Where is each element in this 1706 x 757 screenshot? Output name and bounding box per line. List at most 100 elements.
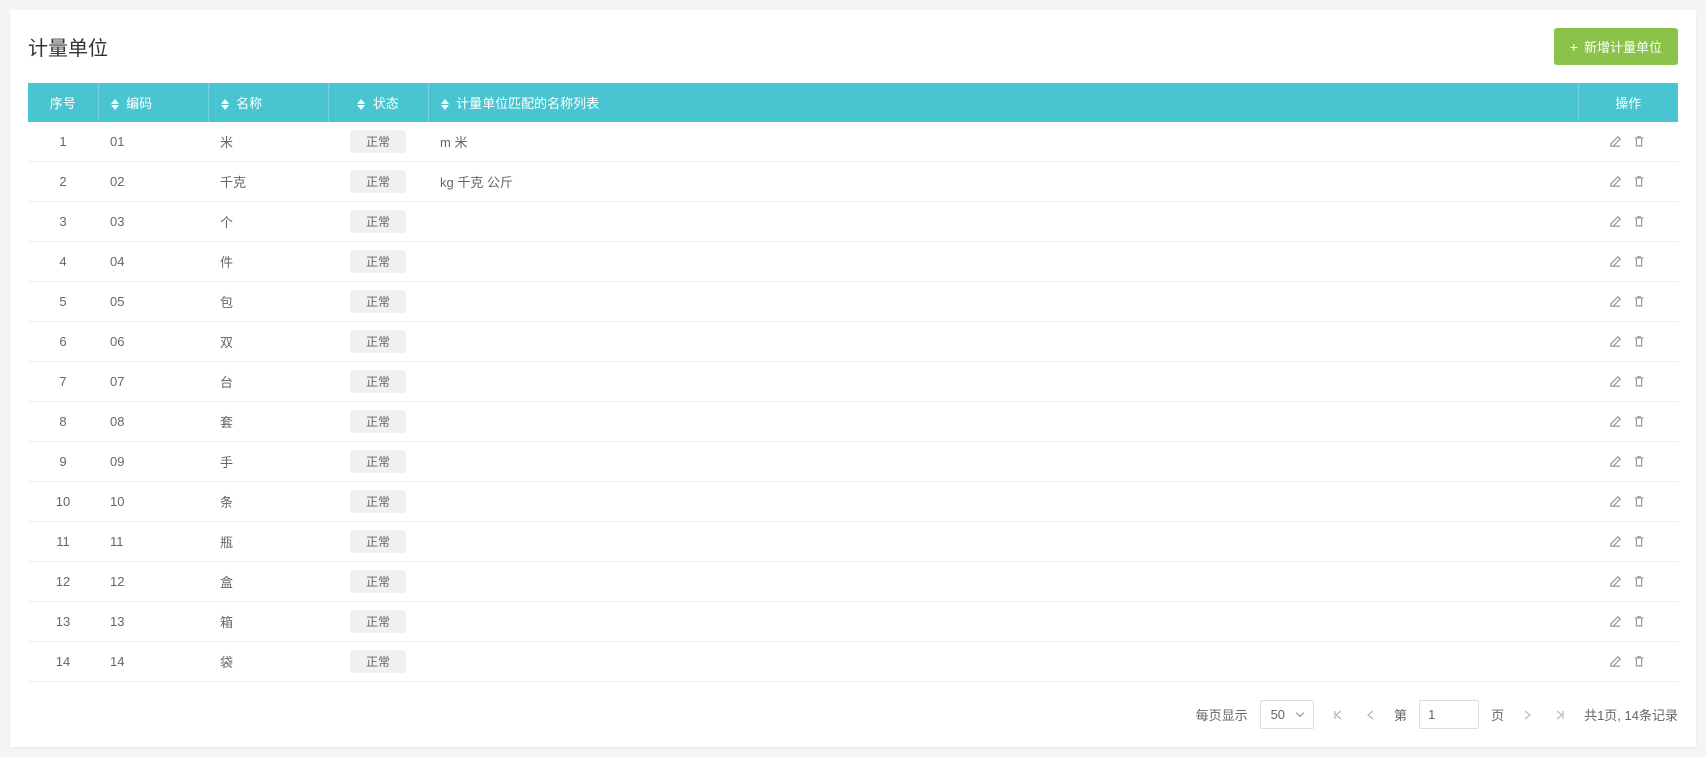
cell-index: 8: [28, 402, 98, 442]
edit-icon[interactable]: [1608, 334, 1624, 350]
cell-status: 正常: [328, 402, 428, 442]
cell-action: [1578, 122, 1678, 162]
delete-icon[interactable]: [1632, 574, 1648, 590]
col-header-index[interactable]: 序号: [28, 83, 98, 122]
edit-icon[interactable]: [1608, 494, 1624, 510]
delete-icon[interactable]: [1632, 294, 1648, 310]
delete-icon[interactable]: [1632, 614, 1648, 630]
delete-icon[interactable]: [1632, 254, 1648, 270]
delete-icon[interactable]: [1632, 214, 1648, 230]
status-badge: 正常: [350, 210, 406, 233]
cell-match: [428, 442, 1578, 482]
cell-status: 正常: [328, 562, 428, 602]
cell-name: 个: [208, 202, 328, 242]
edit-icon[interactable]: [1608, 454, 1624, 470]
first-page-button[interactable]: [1326, 704, 1348, 726]
edit-icon[interactable]: [1608, 534, 1624, 550]
edit-icon[interactable]: [1608, 374, 1624, 390]
cell-code: 13: [98, 602, 208, 642]
cell-code: 02: [98, 162, 208, 202]
table-row: 404件正常: [28, 242, 1678, 282]
delete-icon[interactable]: [1632, 414, 1648, 430]
cell-code: 06: [98, 322, 208, 362]
sort-icon: [357, 99, 365, 110]
cell-name: 双: [208, 322, 328, 362]
cell-name: 袋: [208, 642, 328, 682]
delete-icon[interactable]: [1632, 654, 1648, 670]
table-row: 101米正常m 米: [28, 122, 1678, 162]
status-badge: 正常: [350, 410, 406, 433]
status-badge: 正常: [350, 530, 406, 553]
status-badge: 正常: [350, 290, 406, 313]
cell-action: [1578, 322, 1678, 362]
delete-icon[interactable]: [1632, 334, 1648, 350]
cell-index: 1: [28, 122, 98, 162]
col-header-match-label: 计量单位匹配的名称列表: [456, 96, 599, 111]
cell-name: 瓶: [208, 522, 328, 562]
delete-icon[interactable]: [1632, 174, 1648, 190]
cell-match: [428, 362, 1578, 402]
per-page-label: 每页显示: [1196, 705, 1248, 724]
edit-icon[interactable]: [1608, 574, 1624, 590]
cell-name: 包: [208, 282, 328, 322]
status-badge: 正常: [350, 490, 406, 513]
cell-code: 08: [98, 402, 208, 442]
delete-icon[interactable]: [1632, 494, 1648, 510]
edit-icon[interactable]: [1608, 654, 1624, 670]
cell-index: 7: [28, 362, 98, 402]
cell-match: [428, 282, 1578, 322]
edit-icon[interactable]: [1608, 174, 1624, 190]
table-row: 1212盒正常: [28, 562, 1678, 602]
cell-index: 6: [28, 322, 98, 362]
cell-status: 正常: [328, 362, 428, 402]
table-row: 1313箱正常: [28, 602, 1678, 642]
cell-name: 套: [208, 402, 328, 442]
edit-icon[interactable]: [1608, 214, 1624, 230]
cell-match: [428, 522, 1578, 562]
cell-index: 11: [28, 522, 98, 562]
edit-icon[interactable]: [1608, 414, 1624, 430]
cell-status: 正常: [328, 282, 428, 322]
page-title: 计量单位: [28, 32, 108, 61]
cell-status: 正常: [328, 242, 428, 282]
add-unit-label: 新增计量单位: [1584, 37, 1662, 56]
cell-status: 正常: [328, 602, 428, 642]
last-page-button[interactable]: [1550, 704, 1572, 726]
table-row: 606双正常: [28, 322, 1678, 362]
delete-icon[interactable]: [1632, 534, 1648, 550]
prev-page-button[interactable]: [1360, 704, 1382, 726]
edit-icon[interactable]: [1608, 254, 1624, 270]
cell-action: [1578, 242, 1678, 282]
page-prefix: 第: [1394, 705, 1407, 724]
page-number-input[interactable]: [1419, 700, 1479, 729]
cell-action: [1578, 602, 1678, 642]
edit-icon[interactable]: [1608, 294, 1624, 310]
table-row: 1010条正常: [28, 482, 1678, 522]
cell-index: 9: [28, 442, 98, 482]
next-page-button[interactable]: [1516, 704, 1538, 726]
edit-icon[interactable]: [1608, 134, 1624, 150]
add-unit-button[interactable]: + 新增计量单位: [1554, 28, 1678, 65]
col-header-index-label: 序号: [50, 96, 76, 111]
status-badge: 正常: [350, 610, 406, 633]
col-header-name[interactable]: 名称: [208, 83, 328, 122]
cell-action: [1578, 522, 1678, 562]
cell-action: [1578, 362, 1678, 402]
col-header-status[interactable]: 状态: [328, 83, 428, 122]
cell-code: 14: [98, 642, 208, 682]
delete-icon[interactable]: [1632, 454, 1648, 470]
cell-code: 04: [98, 242, 208, 282]
col-header-match[interactable]: 计量单位匹配的名称列表: [428, 83, 1578, 122]
col-header-code[interactable]: 编码: [98, 83, 208, 122]
per-page-select[interactable]: 50: [1260, 700, 1314, 729]
cell-match: [428, 242, 1578, 282]
cell-match: [428, 202, 1578, 242]
cell-status: 正常: [328, 522, 428, 562]
cell-match: [428, 482, 1578, 522]
delete-icon[interactable]: [1632, 134, 1648, 150]
cell-match: [428, 322, 1578, 362]
edit-icon[interactable]: [1608, 614, 1624, 630]
cell-code: 03: [98, 202, 208, 242]
cell-name: 箱: [208, 602, 328, 642]
delete-icon[interactable]: [1632, 374, 1648, 390]
